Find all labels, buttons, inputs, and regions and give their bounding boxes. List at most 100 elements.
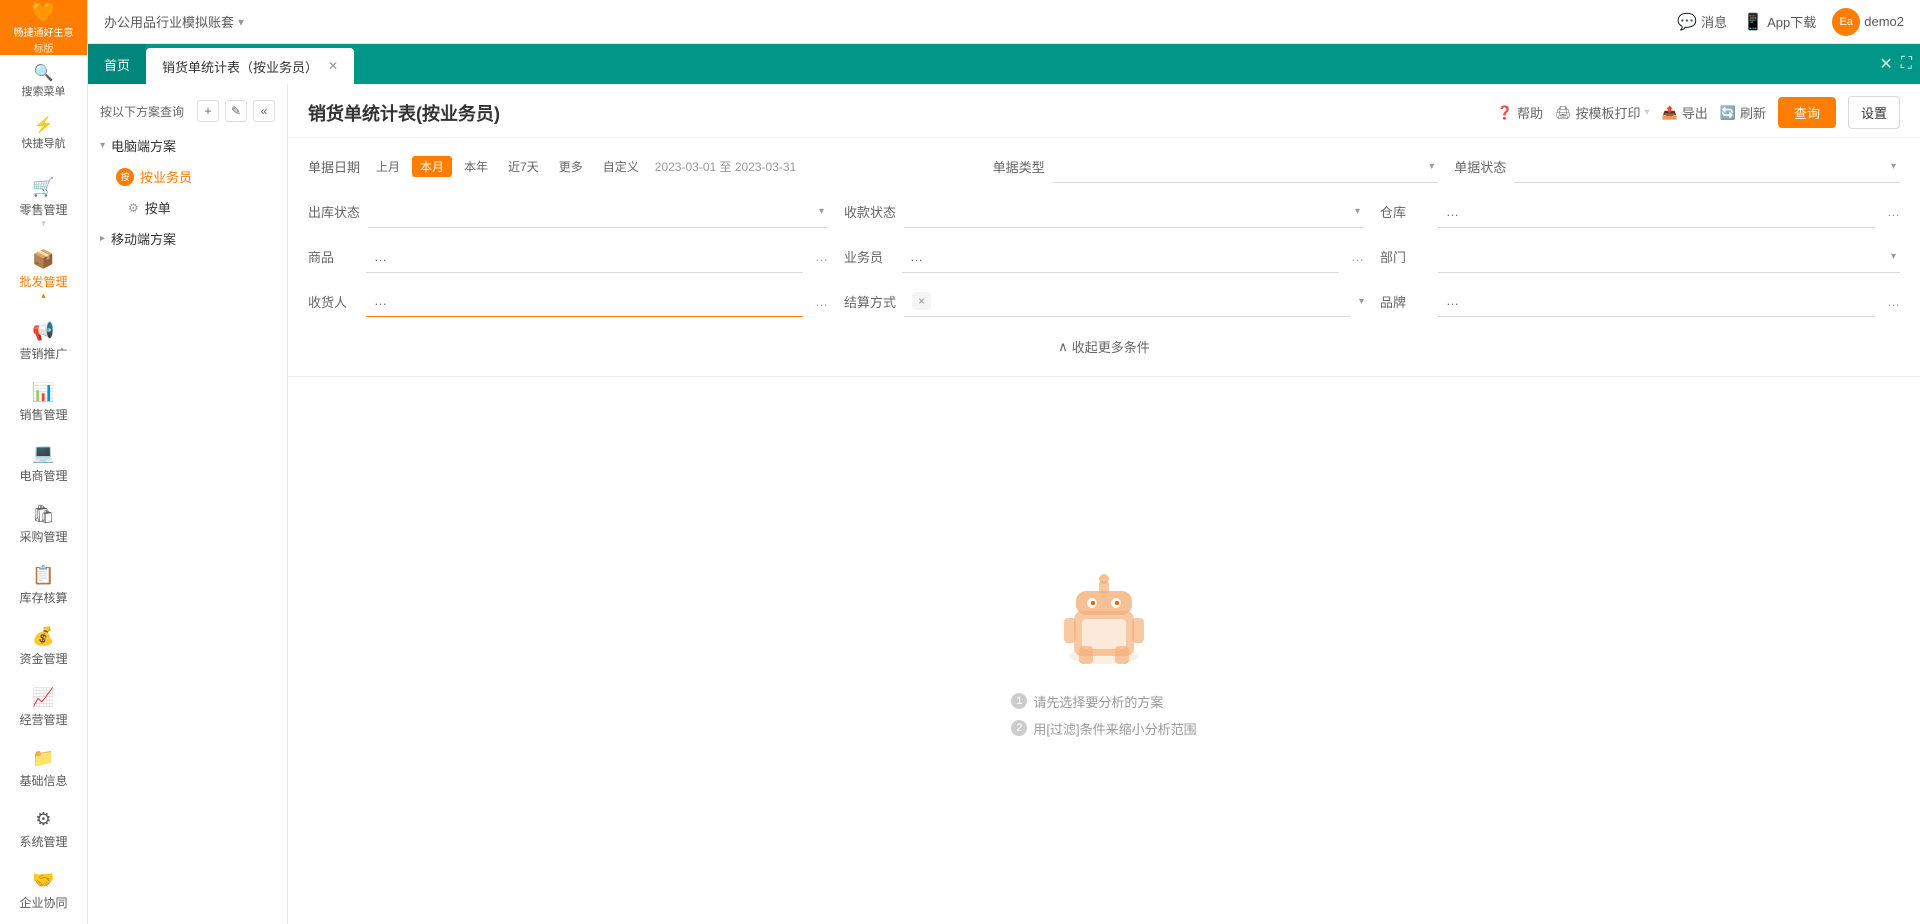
top-header: 办公用品行业模拟账套 ▾ 💬 消息 📱 App下载 Ea demo2: [88, 0, 1920, 44]
help-btn[interactable]: ❓ 帮助: [1497, 103, 1543, 122]
filter-row-1: 单据日期 上月 本月 本年 近7天 更多 自定义 2023-03-01 至 20…: [308, 150, 1900, 183]
collapse-filter-btn[interactable]: ∧ 收起更多条件: [308, 329, 1900, 364]
message-action[interactable]: 💬 消息: [1677, 12, 1727, 32]
doc-type-select[interactable]: [1053, 150, 1439, 182]
user-profile[interactable]: Ea demo2: [1832, 8, 1904, 36]
sidebar-item-wholesale[interactable]: 📦 批发管理 ▴: [0, 239, 87, 311]
export-btn[interactable]: 📤 导出: [1662, 103, 1708, 122]
warehouse-dots[interactable]: …: [1887, 204, 1900, 219]
date-tab-last-month[interactable]: 上月: [368, 156, 408, 177]
tab-sales-stat[interactable]: 销货单统计表（按业务员） ✕: [146, 48, 354, 84]
tab-expand-btn[interactable]: ⛶: [1901, 55, 1912, 73]
query-button[interactable]: 查询: [1778, 97, 1836, 128]
tab-close-window-btn[interactable]: ✕: [1879, 54, 1892, 74]
app-selector[interactable]: 办公用品行业模拟账套 ▾: [104, 12, 244, 31]
tab-sales-stat-label: 销货单统计表（按业务员）: [162, 57, 318, 76]
sidebar-item-basic[interactable]: 📁 基础信息: [0, 738, 87, 799]
department-select[interactable]: [1438, 240, 1900, 272]
brand-dots[interactable]: …: [1887, 294, 1900, 309]
print-arrow: ▾: [1645, 107, 1650, 118]
settings-button[interactable]: 设置: [1848, 96, 1900, 129]
app-download-action[interactable]: 📱 App下载: [1743, 12, 1816, 32]
filter-doc-type: 单据类型 ▾: [993, 150, 1439, 183]
page-actions: ❓ 帮助 🖨 按模板打印 ▾ 📤 导出 🔄 刷新: [1497, 96, 1900, 129]
sidebar-item-system[interactable]: ⚙ 系统管理: [0, 799, 87, 860]
consignee-input[interactable]: [366, 285, 803, 317]
filter-row-3: 商品 … 业务员 … 部门: [308, 240, 1900, 273]
finance-icon: 💰: [32, 626, 54, 647]
app-selector-label: 办公用品行业模拟账套: [104, 12, 234, 31]
sidebar-item-marketing[interactable]: 📢 营销推广: [0, 311, 87, 372]
date-tab-this-month[interactable]: 本月: [412, 156, 452, 177]
filter-doc-status: 单据状态 ▾: [1454, 150, 1900, 183]
download-icon: 📱: [1743, 12, 1763, 32]
inventory-icon: 📋: [32, 565, 54, 586]
tab-close-btn[interactable]: ✕: [328, 59, 338, 73]
sidebar-item-ecommerce[interactable]: 💻 电商管理: [0, 433, 87, 494]
payment-tag-close[interactable]: ×: [918, 294, 925, 308]
doc-status-arrow: ▾: [1891, 161, 1896, 172]
filter-receipt-status: 收款状态 ▾: [844, 195, 1364, 228]
date-tabs: 上月 本月 本年 近7天 更多 自定义: [368, 156, 647, 177]
edit-scheme-btn[interactable]: ✎: [225, 100, 247, 122]
payment-arrow[interactable]: ▾: [1359, 296, 1364, 307]
sidebar-item-search[interactable]: 🔍 搜索菜单: [0, 55, 87, 107]
app-logo[interactable]: 🧡 畅捷通好生意 标版: [0, 0, 88, 55]
retail-icon: 🛒: [32, 177, 54, 198]
department-arrow: ▾: [1891, 251, 1896, 262]
tree-item-by-salesperson[interactable]: 按 按业务员: [88, 161, 287, 192]
avatar: Ea: [1832, 8, 1860, 36]
doc-status-label: 单据状态: [1454, 157, 1506, 176]
search-icon: 🔍: [0, 63, 87, 83]
salesperson-input[interactable]: [902, 241, 1339, 273]
tab-home[interactable]: 首页: [88, 44, 146, 84]
date-tab-custom[interactable]: 自定义: [595, 156, 647, 177]
system-icon: ⚙: [35, 809, 51, 830]
out-status-select[interactable]: [368, 195, 828, 227]
tree-label-order: 按单: [145, 198, 171, 217]
tab-home-label: 首页: [104, 55, 130, 74]
basic-icon: 📁: [32, 748, 54, 769]
date-tab-7days[interactable]: 近7天: [500, 156, 547, 177]
tip-text-2: 用[过滤]条件来缩小分析范围: [1033, 719, 1196, 738]
date-area: 上月 本月 本年 近7天 更多 自定义 2023-03-01 至 2023-03…: [368, 156, 796, 177]
tree-item-desktop[interactable]: ▾ 电脑端方案: [88, 130, 287, 161]
date-tab-more[interactable]: 更多: [551, 156, 591, 177]
tree-arrow-mobile: ▸: [100, 233, 105, 244]
consignee-dots[interactable]: …: [815, 294, 828, 309]
sidebar-item-inventory[interactable]: 📋 库存核算: [0, 555, 87, 616]
sidebar-item-retail[interactable]: 🛒 零售管理 ▾: [0, 167, 87, 239]
tree-item-mobile[interactable]: ▸ 移动端方案: [88, 223, 287, 254]
sidebar-item-quick-nav[interactable]: ⚡ 快捷导航: [0, 107, 87, 159]
sidebar-item-finance[interactable]: 💰 资金管理: [0, 616, 87, 677]
refresh-btn[interactable]: 🔄 刷新: [1720, 103, 1766, 122]
collapse-panel-btn[interactable]: «: [253, 100, 275, 122]
tree-item-by-order[interactable]: ⚙ 按单: [88, 192, 287, 223]
warehouse-input[interactable]: [1438, 196, 1875, 228]
sidebar-item-collab[interactable]: 🤝 企业协同: [0, 860, 87, 921]
brand-input[interactable]: [1438, 285, 1875, 317]
app-sub: 标版: [34, 40, 54, 55]
refresh-icon: 🔄: [1720, 105, 1736, 121]
doc-status-select[interactable]: [1514, 150, 1900, 182]
tree-icon-order: ⚙: [128, 201, 139, 215]
receipt-status-select[interactable]: [904, 195, 1364, 227]
add-scheme-btn[interactable]: +: [197, 100, 219, 122]
operations-icon: 📈: [32, 687, 54, 708]
header-right: 💬 消息 📱 App下载 Ea demo2: [1677, 8, 1904, 36]
filter-goods: 商品 …: [308, 241, 828, 273]
tree-label-mobile: 移动端方案: [111, 229, 176, 248]
sidebar-item-purchase[interactable]: 🛍 采购管理: [0, 494, 87, 555]
collab-icon: 🤝: [32, 870, 54, 891]
date-tab-this-year[interactable]: 本年: [456, 156, 496, 177]
left-panel: 按以下方案查询 + ✎ « ▾ 电脑端方案 按 按业务员 ⚙ 按单: [88, 84, 288, 924]
salesperson-dots[interactable]: …: [1351, 249, 1364, 264]
goods-dots[interactable]: …: [815, 249, 828, 264]
sidebar-item-sales[interactable]: 📊 销售管理: [0, 372, 87, 433]
filter-row-4: 收货人 … 结算方式 × ▾: [308, 285, 1900, 317]
doc-type-label: 单据类型: [993, 157, 1045, 176]
template-print-btn[interactable]: 🖨 按模板打印 ▾: [1555, 103, 1650, 122]
sidebar-item-operations[interactable]: 📈 经营管理: [0, 677, 87, 738]
tab-bar: 首页 销货单统计表（按业务员） ✕ ✕ ⛶: [88, 44, 1920, 84]
goods-input[interactable]: [366, 241, 803, 273]
